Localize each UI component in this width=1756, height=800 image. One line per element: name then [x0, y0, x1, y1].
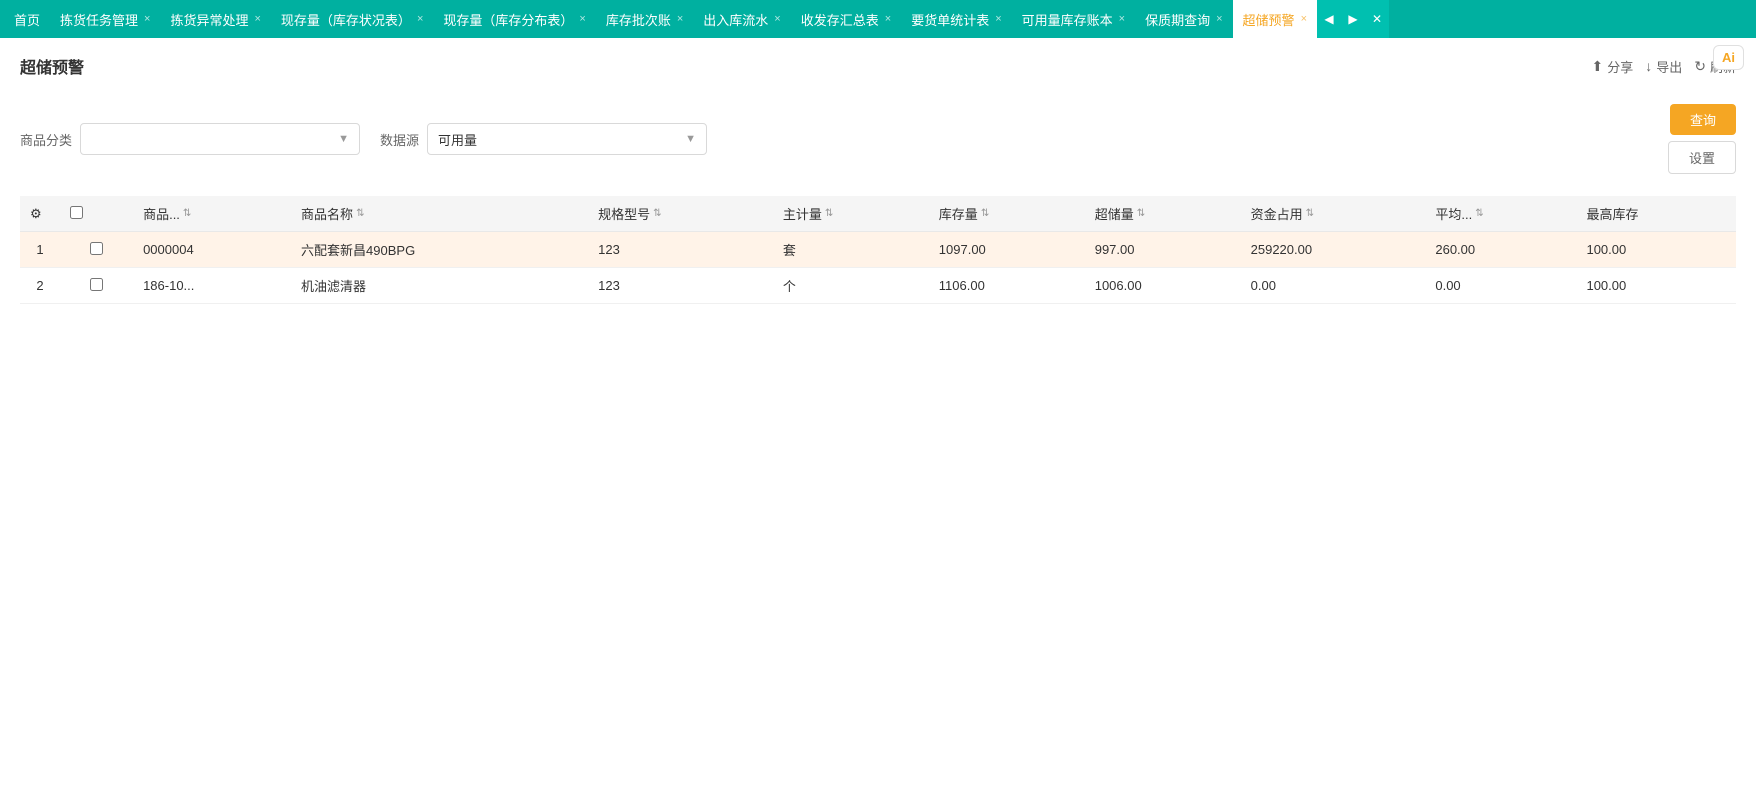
close-icon[interactable]: × [417, 13, 423, 25]
max-stock: 100.00 [1576, 268, 1736, 304]
avg-value: 0.00 [1425, 268, 1576, 304]
close-icon[interactable]: × [254, 13, 260, 25]
main-content: 超储预警 ⬆ 分享 ↓ 导出 ↻ 刷新 商品分类 ▼ 数据源 [0, 38, 1756, 800]
th-overstock[interactable]: 超储量 ⇅ [1085, 196, 1241, 232]
product-code: 0000004 [133, 232, 291, 268]
nav-batch-account[interactable]: 库存批次账 × [596, 0, 693, 38]
ai-badge[interactable]: Ai [1713, 45, 1744, 70]
share-icon: ⬆ [1591, 58, 1603, 75]
stock-qty: 1106.00 [929, 268, 1085, 304]
th-avg[interactable]: 平均... ⇅ [1425, 196, 1576, 232]
select-all-checkbox[interactable] [70, 206, 83, 219]
category-filter: 商品分类 ▼ [20, 123, 360, 155]
export-button[interactable]: ↓ 导出 [1645, 57, 1682, 76]
nav-close-all-arrow[interactable]: ✕ [1365, 0, 1389, 38]
th-settings[interactable]: ⚙ [20, 196, 60, 232]
sort-icon: ⇅ [1306, 208, 1314, 219]
unit: 套 [773, 232, 929, 268]
export-icon: ↓ [1645, 58, 1652, 74]
settings-button[interactable]: 设置 [1668, 141, 1736, 174]
datasource-filter: 数据源 可用量 ▼ [380, 123, 707, 155]
sort-icon: ⇅ [653, 208, 661, 219]
sort-icon: ⇅ [183, 208, 191, 219]
th-max-stock: 最高库存 [1576, 196, 1736, 232]
close-icon[interactable]: × [579, 13, 585, 25]
sort-icon: ⇅ [356, 208, 364, 219]
nav-pick-exception[interactable]: 拣货异常处理 × [160, 0, 270, 38]
spec: 123 [588, 232, 773, 268]
close-icon[interactable]: × [995, 13, 1001, 25]
row-checkbox-cell[interactable] [60, 232, 133, 268]
nav-in-out-flow[interactable]: 出入库流水 × [693, 0, 790, 38]
close-icon[interactable]: × [677, 13, 683, 25]
table-row: 2 186-10... 机油滤清器 123 个 1106.00 1006.00 … [20, 268, 1736, 304]
data-table: ⚙ 商品... ⇅ 商品名称 ⇅ [20, 196, 1736, 304]
nav-pick-task[interactable]: 拣货任务管理 × [50, 0, 160, 38]
close-icon[interactable]: × [144, 13, 150, 25]
avg-value: 260.00 [1425, 232, 1576, 268]
datasource-select[interactable]: 可用量 ▼ [427, 123, 707, 155]
overstock-qty: 1006.00 [1085, 268, 1241, 304]
share-button[interactable]: ⬆ 分享 [1591, 57, 1633, 76]
capital-amount: 259220.00 [1241, 232, 1426, 268]
close-icon[interactable]: × [1301, 13, 1307, 25]
th-product-name[interactable]: 商品名称 ⇅ [291, 196, 588, 232]
th-spec[interactable]: 规格型号 ⇅ [588, 196, 773, 232]
page-title: 超储预警 [20, 54, 84, 78]
top-navigation: 首页 拣货任务管理 × 拣货异常处理 × 现存量（库存状况表） × 现存量（库存… [0, 0, 1756, 38]
row-checkbox-cell[interactable] [60, 268, 133, 304]
row-checkbox[interactable] [90, 242, 103, 255]
close-icon[interactable]: × [885, 13, 891, 25]
unit: 个 [773, 268, 929, 304]
refresh-icon: ↻ [1694, 58, 1706, 75]
product-name: 六配套新昌490BPG [291, 232, 588, 268]
sort-icon: ⇅ [1137, 208, 1145, 219]
spec: 123 [588, 268, 773, 304]
category-label: 商品分类 [20, 130, 72, 149]
nav-inventory-dist[interactable]: 现存量（库存分布表） × [433, 0, 595, 38]
category-select[interactable]: ▼ [80, 123, 360, 155]
nav-home[interactable]: 首页 [4, 0, 50, 38]
sort-icon: ⇅ [981, 208, 989, 219]
filter-bar: 商品分类 ▼ 数据源 可用量 ▼ 查询 设置 [20, 94, 1736, 184]
th-stock[interactable]: 库存量 ⇅ [929, 196, 1085, 232]
chevron-down-icon: ▼ [685, 133, 696, 145]
chevron-down-icon: ▼ [338, 133, 349, 145]
nav-available-ledger[interactable]: 可用量库存账本 × [1012, 0, 1135, 38]
datasource-label: 数据源 [380, 130, 419, 149]
nav-next-arrow[interactable]: ▶ [1341, 0, 1365, 38]
th-unit[interactable]: 主计量 ⇅ [773, 196, 929, 232]
nav-demand-stat[interactable]: 要货单统计表 × [901, 0, 1011, 38]
datasource-value: 可用量 [438, 130, 477, 149]
sort-icon: ⇅ [825, 208, 833, 219]
overstock-qty: 997.00 [1085, 232, 1241, 268]
close-icon[interactable]: × [1216, 13, 1222, 25]
row-number: 1 [20, 232, 60, 268]
sort-icon: ⇅ [1475, 208, 1483, 219]
product-name: 机油滤清器 [291, 268, 588, 304]
row-number: 2 [20, 268, 60, 304]
th-capital[interactable]: 资金占用 ⇅ [1241, 196, 1426, 232]
nav-inventory-status[interactable]: 现存量（库存状况表） × [271, 0, 433, 38]
nav-overstock-warning[interactable]: 超储预警 × [1233, 0, 1317, 38]
stock-qty: 1097.00 [929, 232, 1085, 268]
query-button[interactable]: 查询 [1670, 104, 1736, 135]
table-row: 1 0000004 六配套新昌490BPG 123 套 1097.00 997.… [20, 232, 1736, 268]
table-header-row: ⚙ 商品... ⇅ 商品名称 ⇅ [20, 196, 1736, 232]
th-checkbox[interactable] [60, 196, 133, 232]
page-header: 超储预警 ⬆ 分享 ↓ 导出 ↻ 刷新 [20, 54, 1736, 78]
product-code: 186-10... [133, 268, 291, 304]
nav-expiry-query[interactable]: 保质期查询 × [1135, 0, 1232, 38]
th-product-code[interactable]: 商品... ⇅ [133, 196, 291, 232]
nav-prev-arrow[interactable]: ◀ [1317, 0, 1341, 38]
nav-summary[interactable]: 收发存汇总表 × [791, 0, 901, 38]
close-icon[interactable]: × [774, 13, 780, 25]
settings-icon[interactable]: ⚙ [30, 206, 42, 221]
row-checkbox[interactable] [90, 278, 103, 291]
capital-amount: 0.00 [1241, 268, 1426, 304]
close-icon[interactable]: × [1119, 13, 1125, 25]
max-stock: 100.00 [1576, 232, 1736, 268]
